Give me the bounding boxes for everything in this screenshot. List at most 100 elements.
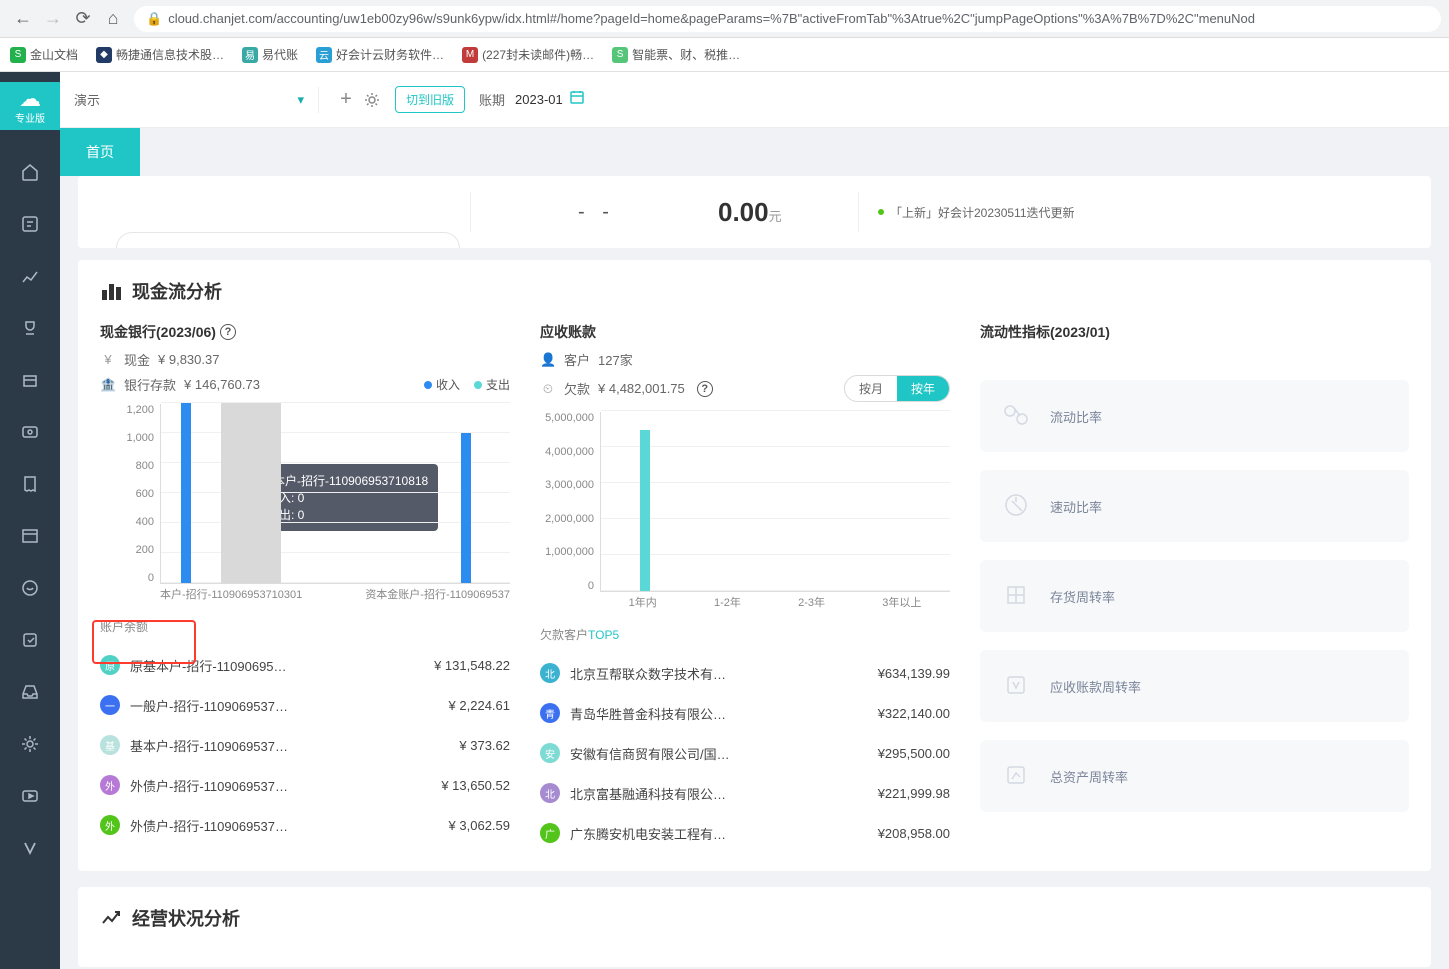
back-button[interactable]: ←: [8, 8, 38, 29]
separator: [318, 87, 319, 113]
liquidity-card-icon: [998, 577, 1034, 616]
nav-voucher-icon[interactable]: [20, 214, 40, 234]
bookmark-item[interactable]: 云好会计云财务软件…: [316, 46, 444, 63]
metric-label: 欠款: [564, 379, 590, 398]
bookmark-label: 好会计云财务软件…: [336, 46, 444, 63]
nav-checkout-icon[interactable]: [20, 630, 40, 650]
summary-strip: - - 0.00元 「上新」好会计20230511迭代更新: [78, 176, 1431, 248]
toggle-year[interactable]: 按年: [897, 376, 949, 401]
nav-asset-icon[interactable]: [20, 370, 40, 390]
tenant-name: 演示: [74, 90, 100, 109]
business-status-panel: 经营状况分析: [78, 887, 1431, 967]
legend-income: 收入: [424, 376, 460, 393]
customer-metric: 👤 客户 127家: [540, 350, 950, 369]
account-row[interactable]: 一一般户-招行-1109069537…¥ 2,224.61: [100, 685, 510, 725]
bookmark-item[interactable]: M(227封未读邮件)畅…: [462, 46, 594, 63]
reload-button[interactable]: ⟳: [68, 8, 98, 29]
nav-invoice-icon[interactable]: [20, 474, 40, 494]
switch-old-version-button[interactable]: 切到旧版: [395, 86, 465, 113]
gear-button[interactable]: [359, 87, 385, 113]
forward-button[interactable]: →: [38, 8, 68, 29]
liquidity-title: 流动性指标(2023/01): [980, 322, 1409, 342]
bookmark-item[interactable]: ◆畅捷通信息技术股…: [96, 46, 224, 63]
tab-home[interactable]: 首页: [60, 128, 140, 176]
customer-amount: ¥295,500.00: [840, 746, 950, 761]
x-axis: 1年内 1-2年 2-3年 3年以上: [600, 594, 950, 612]
account-name: 一般户-招行-1109069537…: [130, 696, 390, 715]
account-row[interactable]: 基基本户-招行-1109069537…¥ 373.62: [100, 725, 510, 765]
liquidity-card[interactable]: 应收账款周转率: [980, 650, 1409, 722]
liquidity-card-label: 速动比率: [1050, 497, 1102, 516]
liquidity-card[interactable]: 速动比率: [980, 470, 1409, 542]
url-bar[interactable]: 🔒 cloud.chanjet.com/accounting/uw1eb00zy…: [134, 6, 1441, 32]
customer-name: 广东腾安机电安装工程有…: [570, 824, 830, 843]
account-row[interactable]: 外外债户-招行-1109069537…¥ 13,650.52: [100, 765, 510, 805]
bookmark-label: 畅捷通信息技术股…: [116, 46, 224, 63]
home-button[interactable]: ⌂: [98, 8, 128, 29]
nav-video-icon[interactable]: [20, 786, 40, 806]
account-name: 外债户-招行-1109069537…: [130, 776, 390, 795]
panel-title-text: 经营状况分析: [132, 905, 240, 931]
summary-amount: 0.00元: [718, 197, 782, 228]
top5-list: 北北京互帮联众数字技术有…¥634,139.99青青岛华胜普金科技有限公…¥32…: [540, 653, 950, 853]
account-row[interactable]: 外外债户-招行-1109069537…¥ 3,062.59: [100, 805, 510, 845]
cash-bank-chart[interactable]: 1,2001,0008006004002000 基本户-招行-110906953…: [100, 404, 510, 604]
nav-report-icon[interactable]: [20, 266, 40, 286]
legend-expense: 支出: [474, 376, 510, 393]
trend-up-icon: [100, 907, 122, 929]
metric-value: ¥ 4,482,001.75: [598, 381, 685, 396]
top5-row[interactable]: 青青岛华胜普金科技有限公…¥322,140.00: [540, 693, 950, 733]
account-amount: ¥ 131,548.22: [400, 658, 510, 673]
liquidity-card[interactable]: 总资产周转率: [980, 740, 1409, 812]
help-icon[interactable]: ?: [697, 381, 713, 397]
period-value[interactable]: 2023-01: [515, 92, 563, 107]
bookmark-item[interactable]: 易易代账: [242, 46, 298, 63]
bank-icon: 🏦: [100, 377, 116, 393]
toggle-month[interactable]: 按月: [845, 376, 897, 401]
x-tick: 资本金账户-招行-1109069537: [365, 586, 510, 604]
liquidity-card-icon: [998, 757, 1034, 796]
account-amount: ¥ 13,650.52: [400, 778, 510, 793]
customer-badge-icon: 安: [540, 743, 560, 763]
customer-name: 青岛华胜普金科技有限公…: [570, 704, 830, 723]
calendar-icon[interactable]: [569, 89, 585, 110]
tenant-selector[interactable]: 演示 ▾: [74, 90, 304, 109]
liquidity-card[interactable]: 存货周转率: [980, 560, 1409, 632]
ar-aging-chart[interactable]: 5,000,0004,000,0003,000,0002,000,0001,00…: [540, 412, 950, 612]
brand-badge[interactable]: ☁ 专业版: [0, 82, 60, 130]
nav-cash-icon[interactable]: [20, 318, 40, 338]
customer-name: 安徽有信商贸有限公司/国…: [570, 744, 830, 763]
liquidity-card-label: 应收账款周转率: [1050, 677, 1141, 696]
nav-archive-icon[interactable]: [20, 526, 40, 546]
bookmark-item[interactable]: S金山文档: [10, 46, 78, 63]
account-badge-icon: 外: [100, 815, 120, 835]
liquidity-card-label: 总资产周转率: [1050, 767, 1128, 786]
liquidity-card-label: 存货周转率: [1050, 587, 1115, 606]
top5-row[interactable]: 北北京富基融通科技有限公…¥221,999.98: [540, 773, 950, 813]
bookmark-icon: S: [612, 47, 628, 63]
top5-row[interactable]: 广广东腾安机电安装工程有…¥208,958.00: [540, 813, 950, 853]
liquidity-card[interactable]: 流动比率: [980, 380, 1409, 452]
nav-tax-icon[interactable]: [20, 578, 40, 598]
nav-settings-icon[interactable]: [20, 734, 40, 754]
bookmark-icon: M: [462, 47, 478, 63]
bookmark-item[interactable]: S智能票、财、税推…: [612, 46, 740, 63]
account-badge-icon: 一: [100, 695, 120, 715]
customer-name: 北京富基融通科技有限公…: [570, 784, 830, 803]
nav-inbox-icon[interactable]: [20, 682, 40, 702]
brand-label: 专业版: [15, 110, 45, 125]
nav-v-icon[interactable]: [20, 838, 40, 858]
search-field-outline[interactable]: [116, 232, 460, 248]
separator: [858, 192, 859, 232]
add-button[interactable]: +: [333, 87, 359, 113]
liquidity-column: 流动性指标(2023/01) 流动比率速动比率存货周转率应收账款周转率总资产周转…: [980, 322, 1409, 853]
help-icon[interactable]: ?: [220, 324, 236, 340]
top5-row[interactable]: 北北京互帮联众数字技术有…¥634,139.99: [540, 653, 950, 693]
nav-salary-icon[interactable]: [20, 422, 40, 442]
news-ticker[interactable]: 「上新」好会计20230511迭代更新: [878, 204, 1075, 221]
nav-home-icon[interactable]: [20, 162, 40, 182]
top5-row[interactable]: 安安徽有信商贸有限公司/国… ¥295,500.00: [540, 733, 950, 773]
news-text: 「上新」好会计20230511迭代更新: [890, 204, 1075, 221]
lock-icon: 🔒: [146, 11, 162, 27]
status-dot-icon: [878, 209, 884, 215]
